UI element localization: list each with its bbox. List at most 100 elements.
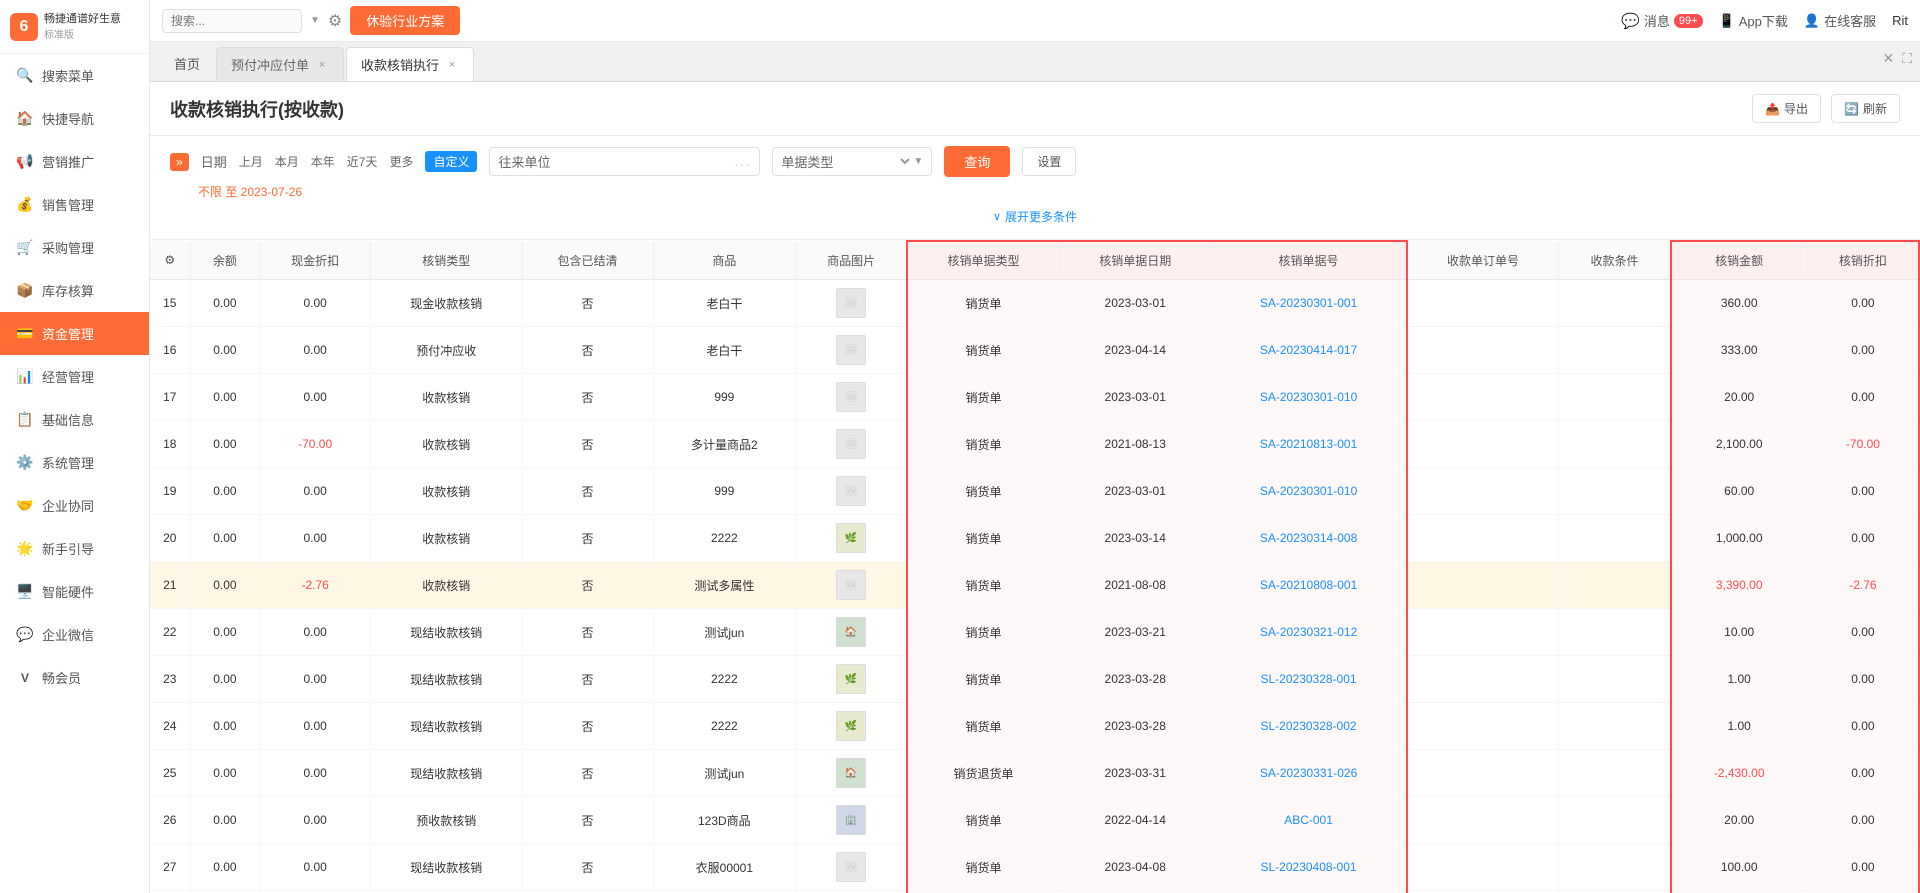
- topbar-gear-icon[interactable]: ⚙: [328, 11, 342, 31]
- page-content: 收款核销执行(按收款) 📤 导出 🔄 刷新 » 日期 上月: [150, 82, 1920, 893]
- row-product: 999: [653, 374, 795, 421]
- col-verify-bill-type-header: 核销单据类型: [907, 241, 1059, 280]
- sidebar-item-finance[interactable]: 💳 资金管理: [0, 312, 149, 355]
- verify-bill-no-link[interactable]: SA-20210808-001: [1260, 578, 1357, 592]
- verify-bill-no-link[interactable]: SL-20230328-001: [1261, 672, 1357, 686]
- tab-prepay[interactable]: 预付冲应付单 ×: [216, 47, 344, 81]
- settings-button[interactable]: 设置: [1022, 147, 1076, 176]
- sidebar-item-hardware[interactable]: 🖥️ 智能硬件: [0, 570, 149, 613]
- verify-bill-no-link[interactable]: SL-20230408-001: [1261, 860, 1357, 874]
- verify-bill-no-link[interactable]: SA-20230321-012: [1260, 625, 1357, 639]
- row-balance: 0.00: [190, 468, 260, 515]
- row-verify-amount: -2,430.00: [1671, 750, 1808, 797]
- col-verify-bill-date-header: 核销单据日期: [1059, 241, 1211, 280]
- row-collection-condition: [1559, 656, 1671, 703]
- custom-date-badge[interactable]: 自定义: [425, 151, 477, 172]
- topbar-search-input[interactable]: [162, 9, 302, 33]
- row-collection-condition: [1559, 280, 1671, 327]
- row-id: 16: [150, 327, 190, 374]
- sidebar-item-member[interactable]: V 畅会员: [0, 656, 149, 699]
- verify-bill-no-link[interactable]: SA-20230414-017: [1260, 343, 1357, 357]
- verify-bill-no-link[interactable]: SA-20230301-001: [1260, 296, 1357, 310]
- row-verify-bill-no: SA-20210808-001: [1211, 562, 1407, 609]
- verify-bill-no-link[interactable]: SA-20210813-001: [1260, 437, 1357, 451]
- sidebar-item-purchase[interactable]: 🛒 采购管理: [0, 226, 149, 269]
- tab-close-all-icon[interactable]: ✕: [1882, 50, 1894, 67]
- verify-bill-no-link[interactable]: SA-20230301-010: [1260, 390, 1357, 404]
- sidebar-item-basic[interactable]: 📋 基础信息: [0, 398, 149, 441]
- sidebar-label-finance: 资金管理: [42, 324, 94, 343]
- verify-bill-no-link[interactable]: SA-20230331-026: [1260, 766, 1357, 780]
- row-verify-bill-no: SA-20230301-001: [1211, 280, 1407, 327]
- sidebar-item-operation[interactable]: 📊 经营管理: [0, 355, 149, 398]
- industry-solution-button[interactable]: 休验行业方案: [350, 6, 460, 35]
- row-verify-type: 现结收款核销: [370, 703, 522, 750]
- row-product: 老白干: [653, 280, 795, 327]
- row-id: 19: [150, 468, 190, 515]
- sidebar-item-sales[interactable]: 💰 销售管理: [0, 183, 149, 226]
- sidebar-item-system[interactable]: ⚙️ 系统管理: [0, 441, 149, 484]
- row-product: 测试多属性: [653, 562, 795, 609]
- col-include-settled-header: 包含已结清: [522, 241, 653, 280]
- verify-bill-no-link[interactable]: SL-20230328-002: [1261, 719, 1357, 733]
- row-verify-amount: 100.00: [1671, 844, 1808, 891]
- row-balance: 0.00: [190, 609, 260, 656]
- row-verify-bill-no: SL-20230408-001: [1211, 844, 1407, 891]
- row-collection-condition: [1559, 844, 1671, 891]
- export-button[interactable]: 📤 导出: [1752, 94, 1821, 123]
- verify-bill-no-link[interactable]: SA-20230314-008: [1260, 531, 1357, 545]
- tab-collection[interactable]: 收款核销执行 ×: [346, 47, 474, 81]
- row-cash-discount: 0.00: [260, 327, 371, 374]
- product-img: 🖼: [836, 852, 866, 882]
- col-verify-bill-no-header: 核销单据号: [1211, 241, 1407, 280]
- sidebar-item-wechat[interactable]: 💬 企业微信: [0, 613, 149, 656]
- sidebar-nav: 🔍 搜索菜单 🏠 快捷导航 📢 营销推广 💰 销售管理 🛒 采购管理 📦 库存核…: [0, 54, 149, 893]
- refresh-button[interactable]: 🔄 刷新: [1831, 94, 1900, 123]
- query-button[interactable]: 查询: [944, 146, 1010, 177]
- filter-expand-arrow[interactable]: »: [170, 153, 189, 171]
- row-verify-bill-type: 销货单: [907, 280, 1059, 327]
- row-verify-discount: 0.00: [1807, 750, 1919, 797]
- col-gear-header[interactable]: ⚙: [150, 241, 190, 280]
- row-verify-bill-type: 销货单: [907, 515, 1059, 562]
- sidebar-item-enterprise[interactable]: 🤝 企业协同: [0, 484, 149, 527]
- basic-icon: 📋: [16, 411, 34, 429]
- date-range-info: 不限 至 2023-07-26: [198, 183, 302, 200]
- notification-area[interactable]: 💬 消息 99+: [1621, 11, 1702, 30]
- tab-home[interactable]: 首页: [158, 46, 216, 81]
- row-verify-bill-date: 2023-04-08: [1059, 844, 1211, 891]
- sidebar-label-operation: 经营管理: [42, 367, 94, 386]
- more-link[interactable]: 更多: [389, 153, 413, 170]
- row-cash-discount: -70.00: [260, 421, 371, 468]
- sidebar-item-guide[interactable]: 🌟 新手引导: [0, 527, 149, 570]
- verify-bill-no-link[interactable]: SA-20230301-010: [1260, 484, 1357, 498]
- this-year-link[interactable]: 本年: [311, 153, 335, 170]
- sidebar-item-search[interactable]: 🔍 搜索菜单: [0, 54, 149, 97]
- row-include-settled: 否: [522, 797, 653, 844]
- tab-collection-close[interactable]: ×: [445, 58, 459, 72]
- table-row: 16 0.00 0.00 预付冲应收 否 老白干 🖼 销货单 2023-04-1…: [150, 327, 1919, 374]
- home-icon: 🏠: [16, 110, 34, 128]
- sidebar-item-quick[interactable]: 🏠 快捷导航: [0, 97, 149, 140]
- last7-link[interactable]: 近7天: [347, 153, 378, 170]
- sidebar-item-inventory[interactable]: 📦 库存核算: [0, 269, 149, 312]
- table-row: 26 0.00 0.00 预收款核销 否 123D商品 🏢 销货单 2022-0…: [150, 797, 1919, 844]
- tab-prepay-close[interactable]: ×: [315, 58, 329, 72]
- hardware-icon: 🖥️: [16, 583, 34, 601]
- notification-count: 99+: [1674, 14, 1703, 28]
- verify-bill-no-link[interactable]: ABC-001: [1284, 813, 1333, 827]
- expand-more-conditions-btn[interactable]: ∨ 展开更多条件: [993, 208, 1077, 225]
- last-month-link[interactable]: 上月: [239, 153, 263, 170]
- sidebar-item-marketing[interactable]: 📢 营销推广: [0, 140, 149, 183]
- row-id: 20: [150, 515, 190, 562]
- row-balance: 0.00: [190, 703, 260, 750]
- user-name[interactable]: Rit: [1892, 13, 1908, 28]
- voucher-type-select[interactable]: [841, 153, 913, 170]
- notification-label: 消息: [1644, 11, 1670, 30]
- tab-expand-icon[interactable]: ⛶: [1902, 50, 1912, 67]
- this-month-link[interactable]: 本月: [275, 153, 299, 170]
- online-service-link[interactable]: 👤 在线客服: [1804, 11, 1876, 30]
- from-unit-input[interactable]: [558, 154, 734, 169]
- app-download-link[interactable]: 📱 App下载: [1719, 11, 1788, 30]
- product-img: 🏢: [836, 805, 866, 835]
